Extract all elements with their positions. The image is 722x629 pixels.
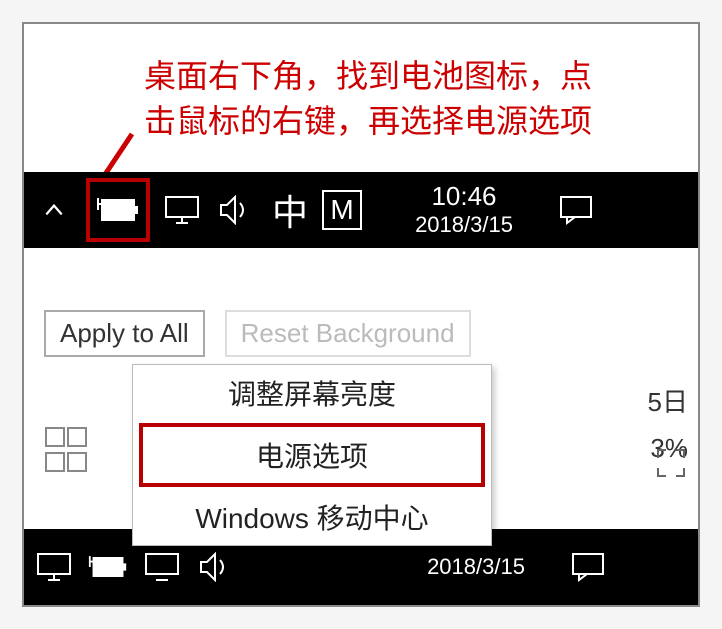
ime-indicator[interactable]: 中 bbox=[268, 184, 312, 236]
clock-2[interactable]: 2018/3/15 bbox=[396, 554, 556, 580]
volume-icon[interactable] bbox=[214, 180, 258, 240]
display-icon-2[interactable] bbox=[32, 537, 76, 597]
volume-icon-2[interactable] bbox=[194, 537, 238, 597]
clock-time: 10:46 bbox=[384, 181, 544, 212]
menu-brightness[interactable]: 调整屏幕亮度 bbox=[133, 365, 491, 421]
action-center-icon-2[interactable] bbox=[566, 537, 610, 597]
action-center-icon[interactable] bbox=[554, 180, 598, 240]
apply-all-button[interactable]: Apply to All bbox=[44, 310, 205, 357]
menu-mobility-center[interactable]: Windows 移动中心 bbox=[133, 489, 491, 545]
battery-icon-2[interactable] bbox=[86, 537, 130, 597]
ime-mode-icon[interactable]: M bbox=[322, 190, 362, 230]
clock[interactable]: 10:46 2018/3/15 bbox=[384, 181, 544, 239]
menu-power-options[interactable]: 电源选项 bbox=[139, 423, 485, 487]
reset-background-button[interactable]: Reset Background bbox=[225, 310, 471, 357]
battery-icon-highlighted[interactable] bbox=[86, 178, 150, 242]
network-icon[interactable] bbox=[140, 537, 184, 597]
fullscreen-icon[interactable] bbox=[656, 448, 686, 483]
toolbar: Apply to All Reset Background bbox=[44, 310, 678, 357]
grid-view-icon[interactable] bbox=[44, 426, 94, 476]
clock-date-2: 2018/3/15 bbox=[396, 554, 556, 580]
clock-date: 2018/3/15 bbox=[384, 212, 544, 238]
instruction-text: 桌面右下角，找到电池图标，点 击鼠标的右键，再选择电源选项 bbox=[24, 24, 698, 154]
side-day: 5日 bbox=[648, 382, 688, 419]
tray-overflow-icon[interactable] bbox=[32, 180, 76, 240]
battery-context-menu: 调整屏幕亮度 电源选项 Windows 移动中心 bbox=[132, 364, 492, 546]
system-tray: 中 M 10:46 2018/3/15 bbox=[24, 172, 698, 248]
display-icon[interactable] bbox=[160, 180, 204, 240]
